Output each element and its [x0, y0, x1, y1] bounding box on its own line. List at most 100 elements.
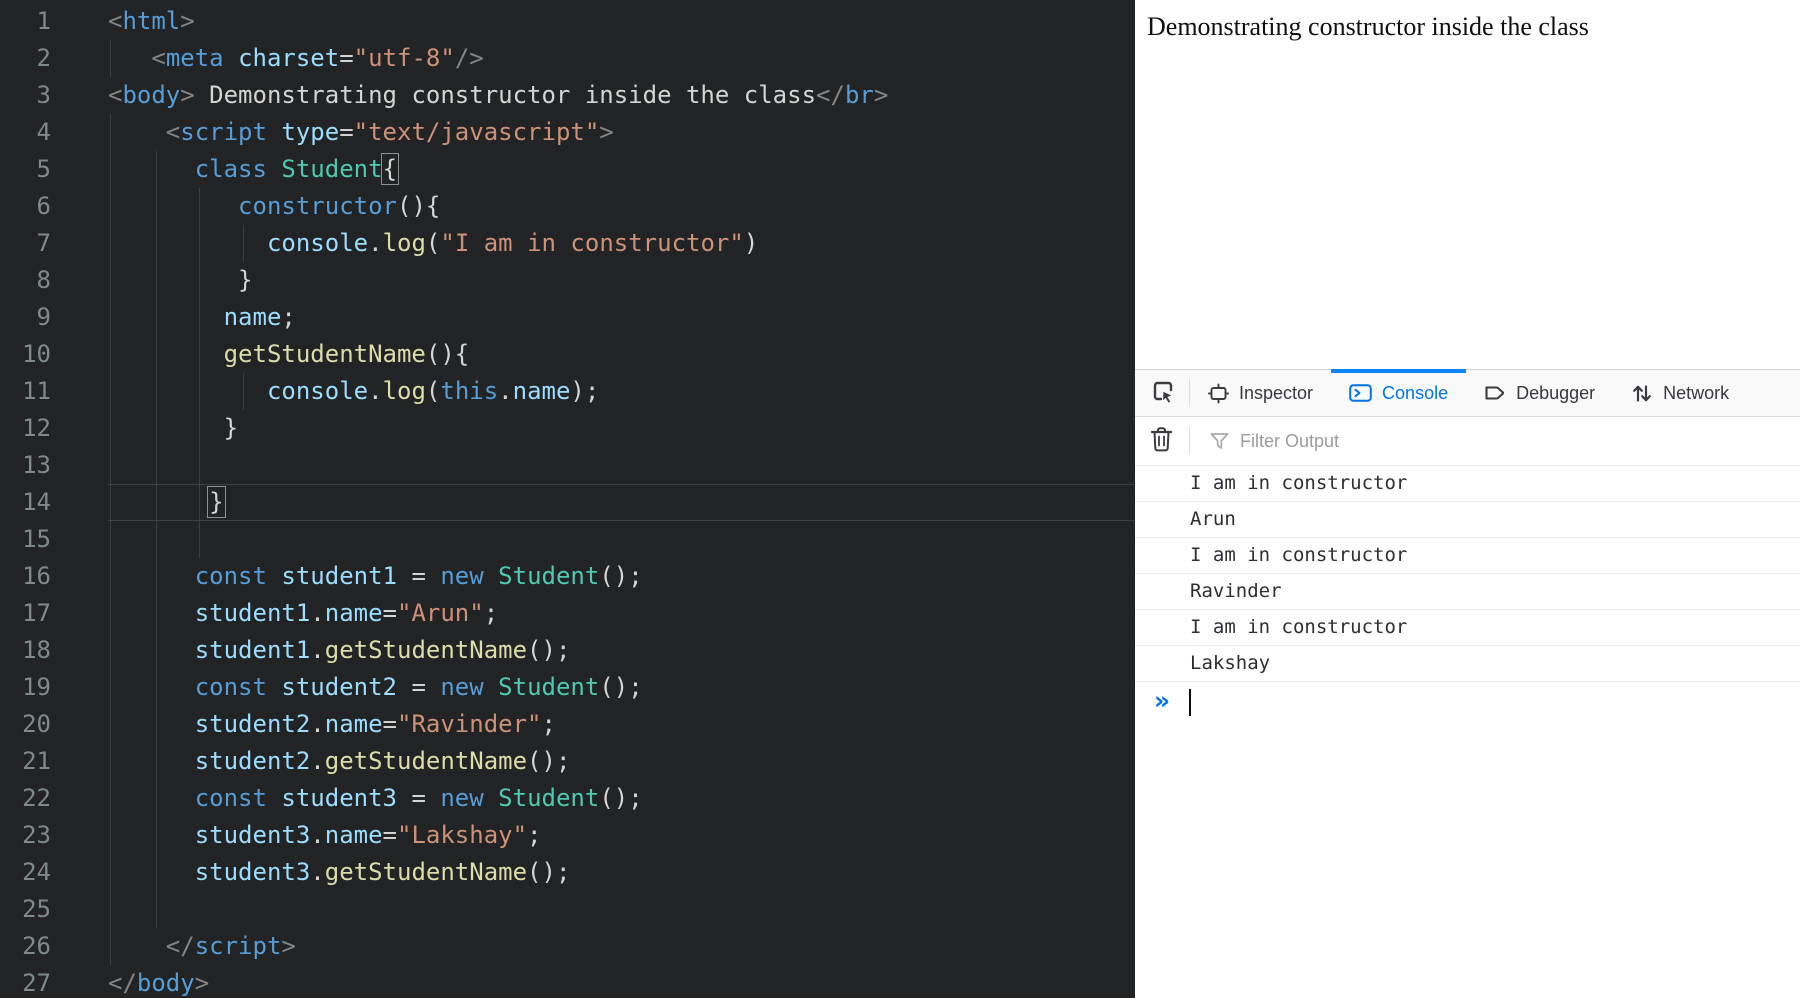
- code-line[interactable]: 27</body>: [0, 965, 1135, 998]
- line-number[interactable]: 9: [0, 299, 51, 336]
- code-text[interactable]: getStudentName(){: [51, 336, 1135, 373]
- line-number[interactable]: 15: [0, 521, 51, 558]
- debugger-icon: [1484, 385, 1506, 402]
- code-line[interactable]: 26 </script>: [0, 928, 1135, 965]
- code-text[interactable]: [51, 447, 1135, 484]
- code-line[interactable]: 4 <script type="text/javascript">: [0, 114, 1135, 151]
- line-number[interactable]: 10: [0, 336, 51, 373]
- tab-inspector[interactable]: Inspector: [1190, 370, 1331, 416]
- code-line[interactable]: 24 student3.getStudentName();: [0, 854, 1135, 891]
- pick-element-button[interactable]: [1150, 380, 1176, 406]
- code-line[interactable]: 2 <meta charset="utf-8"/>: [0, 40, 1135, 77]
- console-input-row[interactable]: »: [1135, 682, 1800, 724]
- tab-debugger[interactable]: Debugger: [1466, 370, 1613, 416]
- code-line[interactable]: 9 name;: [0, 299, 1135, 336]
- line-number[interactable]: 22: [0, 780, 51, 817]
- code-editor[interactable]: 1<html>2 <meta charset="utf-8"/>3<body> …: [0, 0, 1135, 998]
- line-number[interactable]: 8: [0, 262, 51, 299]
- code-line[interactable]: 13: [0, 447, 1135, 484]
- trash-icon: [1150, 426, 1173, 456]
- toolbar-separator: [1189, 427, 1190, 455]
- code-text[interactable]: <html>: [51, 3, 1135, 40]
- line-number[interactable]: 11: [0, 373, 51, 410]
- code-text[interactable]: student1.getStudentName();: [51, 632, 1135, 669]
- line-number[interactable]: 16: [0, 558, 51, 595]
- line-number[interactable]: 17: [0, 595, 51, 632]
- line-number[interactable]: 24: [0, 854, 51, 891]
- code-text[interactable]: [51, 521, 1135, 558]
- filter-output-input[interactable]: [1238, 430, 1800, 453]
- console-message-row: Lakshay: [1135, 646, 1800, 682]
- code-text[interactable]: const student3 = new Student();: [51, 780, 1135, 817]
- line-number[interactable]: 7: [0, 225, 51, 262]
- screen: 1<html>2 <meta charset="utf-8"/>3<body> …: [0, 0, 1800, 998]
- code-text[interactable]: student1.name="Arun";: [51, 595, 1135, 632]
- code-line[interactable]: 17 student1.name="Arun";: [0, 595, 1135, 632]
- code-line[interactable]: 5 class Student{: [0, 151, 1135, 188]
- line-number[interactable]: 12: [0, 410, 51, 447]
- code-text[interactable]: class Student{: [51, 151, 1135, 188]
- line-number[interactable]: 3: [0, 77, 51, 114]
- code-line[interactable]: 6 constructor(){: [0, 188, 1135, 225]
- line-number[interactable]: 21: [0, 743, 51, 780]
- code-text[interactable]: </body>: [51, 965, 1135, 998]
- code-line[interactable]: 22 const student3 = new Student();: [0, 780, 1135, 817]
- code-line[interactable]: 14 }: [0, 484, 1135, 521]
- code-text[interactable]: }: [51, 262, 1135, 299]
- code-line[interactable]: 15: [0, 521, 1135, 558]
- code-text[interactable]: const student1 = new Student();: [51, 558, 1135, 595]
- line-number[interactable]: 18: [0, 632, 51, 669]
- code-text[interactable]: <body> Demonstrating constructor inside …: [51, 77, 1135, 114]
- devtools-tabbar: Inspector Console: [1135, 370, 1800, 416]
- code-text[interactable]: console.log(this.name);: [51, 373, 1135, 410]
- code-line[interactable]: 20 student2.name="Ravinder";: [0, 706, 1135, 743]
- code-line[interactable]: 1<html>: [0, 3, 1135, 40]
- line-number[interactable]: 4: [0, 114, 51, 151]
- code-text[interactable]: constructor(){: [51, 188, 1135, 225]
- line-number[interactable]: 25: [0, 891, 51, 928]
- line-number[interactable]: 26: [0, 928, 51, 965]
- code-text[interactable]: student3.name="Lakshay";: [51, 817, 1135, 854]
- code-text[interactable]: <meta charset="utf-8"/>: [51, 40, 1135, 77]
- code-line[interactable]: 18 student1.getStudentName();: [0, 632, 1135, 669]
- code-text[interactable]: [51, 891, 1135, 928]
- code-text[interactable]: student2.name="Ravinder";: [51, 706, 1135, 743]
- code-line[interactable]: 23 student3.name="Lakshay";: [0, 817, 1135, 854]
- code-line[interactable]: 12 }: [0, 410, 1135, 447]
- tab-console[interactable]: Console: [1331, 370, 1466, 416]
- line-number[interactable]: 23: [0, 817, 51, 854]
- line-number[interactable]: 13: [0, 447, 51, 484]
- code-text[interactable]: const student2 = new Student();: [51, 669, 1135, 706]
- code-text[interactable]: console.log("I am in constructor"): [51, 225, 1135, 262]
- line-number[interactable]: 19: [0, 669, 51, 706]
- code-text[interactable]: }: [51, 410, 1135, 447]
- code-line[interactable]: 16 const student1 = new Student();: [0, 558, 1135, 595]
- code-line[interactable]: 8 }: [0, 262, 1135, 299]
- code-line[interactable]: 21 student2.getStudentName();: [0, 743, 1135, 780]
- rendered-page-text: Demonstrating constructor inside the cla…: [1147, 12, 1800, 42]
- code-lines: 1<html>2 <meta charset="utf-8"/>3<body> …: [0, 0, 1135, 998]
- code-line[interactable]: 11 console.log(this.name);: [0, 373, 1135, 410]
- code-text[interactable]: name;: [51, 299, 1135, 336]
- line-number[interactable]: 1: [0, 3, 51, 40]
- code-text[interactable]: student3.getStudentName();: [51, 854, 1135, 891]
- code-text[interactable]: }: [51, 484, 1135, 521]
- code-text[interactable]: student2.getStudentName();: [51, 743, 1135, 780]
- inspector-icon: [1208, 383, 1229, 404]
- code-line[interactable]: 19 const student2 = new Student();: [0, 669, 1135, 706]
- line-number[interactable]: 14: [0, 484, 51, 521]
- tab-network[interactable]: Network: [1613, 370, 1747, 416]
- line-number[interactable]: 27: [0, 965, 51, 998]
- tab-label: Console: [1382, 383, 1448, 404]
- line-number[interactable]: 2: [0, 40, 51, 77]
- code-line[interactable]: 3<body> Demonstrating constructor inside…: [0, 77, 1135, 114]
- line-number[interactable]: 6: [0, 188, 51, 225]
- code-line[interactable]: 7 console.log("I am in constructor"): [0, 225, 1135, 262]
- code-line[interactable]: 10 getStudentName(){: [0, 336, 1135, 373]
- line-number[interactable]: 5: [0, 151, 51, 188]
- line-number[interactable]: 20: [0, 706, 51, 743]
- clear-console-button[interactable]: [1150, 426, 1173, 456]
- code-text[interactable]: </script>: [51, 928, 1135, 965]
- code-text[interactable]: <script type="text/javascript">: [51, 114, 1135, 151]
- code-line[interactable]: 25: [0, 891, 1135, 928]
